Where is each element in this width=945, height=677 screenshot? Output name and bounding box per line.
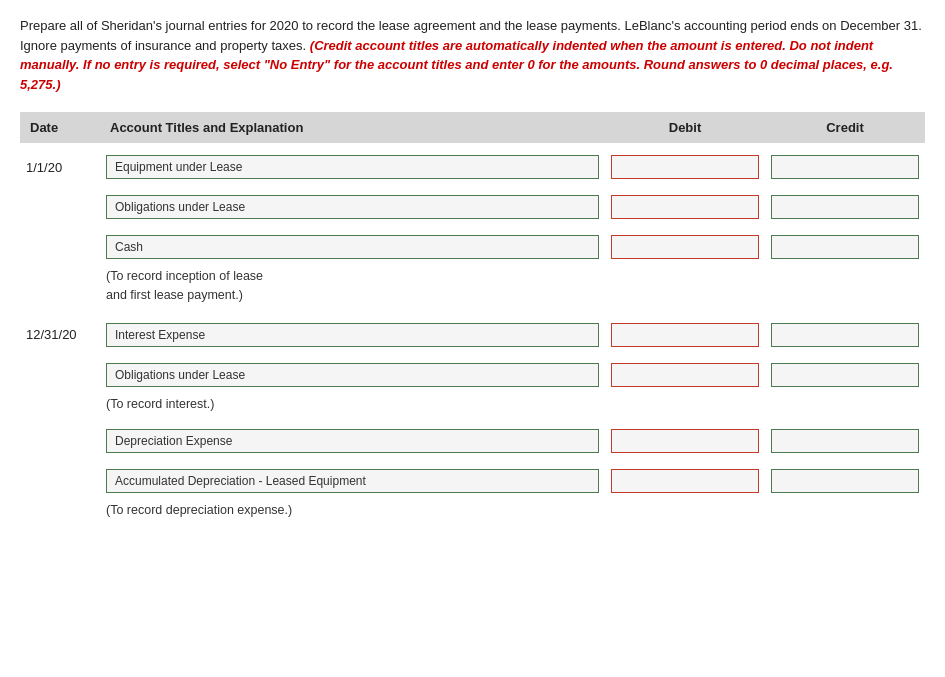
note-text-2: (To record interest.) [100,391,925,418]
credit-input-cash[interactable] [771,235,919,259]
note-row: (To record interest.) [20,391,925,418]
spacer [20,143,925,151]
credit-cell [765,319,925,351]
instructions-block: Prepare all of Sheridan's journal entrie… [20,16,925,94]
debit-input-interest[interactable] [611,323,759,347]
journal-table: Date Account Titles and Explanation Debi… [20,112,925,524]
table-row: 12/31/20 [20,319,925,351]
credit-cell [765,151,925,183]
spacer [20,183,925,191]
debit-input-cash[interactable] [611,235,759,259]
account-cell [100,319,605,351]
account-cell [100,425,605,457]
debit-input-depreciation-expense[interactable] [611,429,759,453]
note-date-empty [20,497,100,524]
debit-input-equipment[interactable] [611,155,759,179]
spacer [20,417,925,425]
credit-cell [765,359,925,391]
table-row [20,425,925,457]
table-row [20,359,925,391]
account-cell [100,465,605,497]
spacer [20,223,925,231]
header-date: Date [20,112,100,143]
account-input-accum-depreciation[interactable] [106,469,599,493]
note-row: (To record inception of leaseand first l… [20,263,925,309]
debit-input-obligations2[interactable] [611,363,759,387]
debit-cell [605,191,765,223]
debit-cell [605,465,765,497]
account-cell [100,191,605,223]
spacer [20,457,925,465]
table-row [20,465,925,497]
date-cell-empty [20,359,100,391]
debit-cell [605,151,765,183]
date-cell-empty [20,191,100,223]
credit-cell [765,231,925,263]
account-input-depreciation-expense[interactable] [106,429,599,453]
credit-input-obligations1[interactable] [771,195,919,219]
credit-input-depreciation-expense[interactable] [771,429,919,453]
account-input-interest[interactable] [106,323,599,347]
section-divider [20,309,925,319]
debit-cell [605,425,765,457]
note-row: (To record depreciation expense.) [20,497,925,524]
debit-cell [605,319,765,351]
table-row: 1/1/20 [20,151,925,183]
debit-cell [605,231,765,263]
account-input-cash[interactable] [106,235,599,259]
account-cell [100,151,605,183]
credit-cell [765,465,925,497]
header-credit: Credit [765,112,925,143]
note-text-3: (To record depreciation expense.) [100,497,925,524]
credit-input-obligations2[interactable] [771,363,919,387]
table-row [20,231,925,263]
debit-input-obligations1[interactable] [611,195,759,219]
credit-cell [765,425,925,457]
account-input-equipment[interactable] [106,155,599,179]
note-text-1: (To record inception of leaseand first l… [100,263,925,309]
debit-input-accum-depreciation[interactable] [611,469,759,493]
credit-input-interest[interactable] [771,323,919,347]
table-row [20,191,925,223]
account-input-obligations1[interactable] [106,195,599,219]
date-cell-1: 1/1/20 [20,151,100,183]
note-date-empty [20,391,100,418]
header-account: Account Titles and Explanation [100,112,605,143]
credit-input-accum-depreciation[interactable] [771,469,919,493]
debit-cell [605,359,765,391]
note-date-empty [20,263,100,309]
date-cell-empty [20,425,100,457]
date-cell-empty [20,465,100,497]
spacer [20,351,925,359]
date-cell-2: 12/31/20 [20,319,100,351]
account-input-obligations2[interactable] [106,363,599,387]
header-debit: Debit [605,112,765,143]
account-cell [100,231,605,263]
account-cell [100,359,605,391]
credit-input-equipment[interactable] [771,155,919,179]
credit-cell [765,191,925,223]
date-cell-empty [20,231,100,263]
